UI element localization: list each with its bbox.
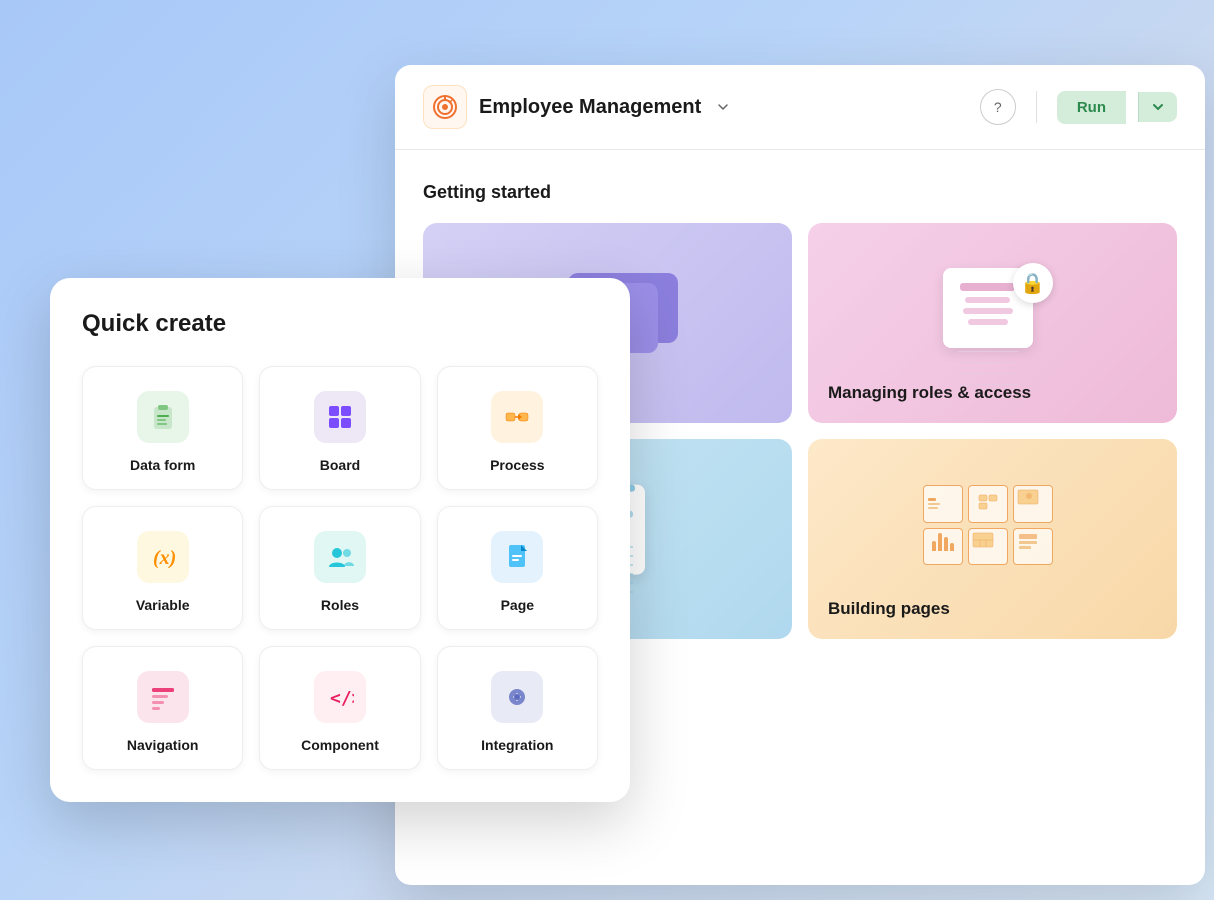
roles-icon (314, 531, 366, 583)
qc-label-variable: Variable (136, 597, 190, 613)
qc-item-process[interactable]: Process (437, 366, 598, 490)
quick-create-title: Quick create (82, 310, 598, 338)
help-button[interactable]: ? (980, 89, 1016, 125)
qc-item-board[interactable]: Board (259, 366, 420, 490)
qc-label-roles: Roles (321, 597, 359, 613)
card-managing-roles[interactable]: 🔒 Managing roles & access (808, 223, 1177, 423)
card-building-pages[interactable]: Building pages (808, 439, 1177, 639)
qc-label-data-form: Data form (130, 457, 195, 473)
process-icon (491, 391, 543, 443)
app-title: Employee Management (479, 96, 701, 119)
qc-label-page: Page (501, 597, 534, 613)
run-button[interactable]: Run (1057, 91, 1126, 124)
qc-label-process: Process (490, 457, 544, 473)
header-divider (1036, 91, 1037, 123)
integration-icon (491, 671, 543, 723)
qc-item-page[interactable]: Page (437, 506, 598, 630)
svg-text:(x): (x) (153, 547, 176, 569)
card-pink-illustration: 🔒 (928, 263, 1058, 363)
qc-label-board: Board (320, 457, 360, 473)
clipboard-icon (137, 391, 189, 443)
qc-label-integration: Integration (481, 737, 553, 753)
qc-item-component[interactable]: </> Component (259, 646, 420, 770)
card-building-pages-label: Building pages (828, 599, 1157, 619)
variable-icon: (x) (137, 531, 189, 583)
run-dropdown-button[interactable] (1138, 92, 1177, 122)
section-title: Getting started (423, 182, 1177, 203)
svg-text:</>: </> (330, 688, 354, 709)
qc-item-variable[interactable]: (x) Variable (82, 506, 243, 630)
page-icon (491, 531, 543, 583)
component-icon: </> (314, 671, 366, 723)
qc-item-integration[interactable]: Integration (437, 646, 598, 770)
qc-item-roles[interactable]: Roles (259, 506, 420, 630)
target-icon (432, 94, 458, 120)
grid-icon (314, 391, 366, 443)
navigation-icon (137, 671, 189, 723)
card-orange-illustration (923, 485, 1063, 575)
title-dropdown-arrow[interactable] (713, 97, 733, 117)
quick-create-panel: Quick create Data form (50, 278, 630, 802)
qc-label-component: Component (301, 737, 379, 753)
quick-create-grid: Data form Board (82, 366, 598, 770)
qc-item-data-form[interactable]: Data form (82, 366, 243, 490)
app-header: Employee Management ? Run (395, 65, 1205, 150)
qc-label-navigation: Navigation (127, 737, 199, 753)
qc-item-navigation[interactable]: Navigation (82, 646, 243, 770)
app-logo (423, 85, 467, 129)
